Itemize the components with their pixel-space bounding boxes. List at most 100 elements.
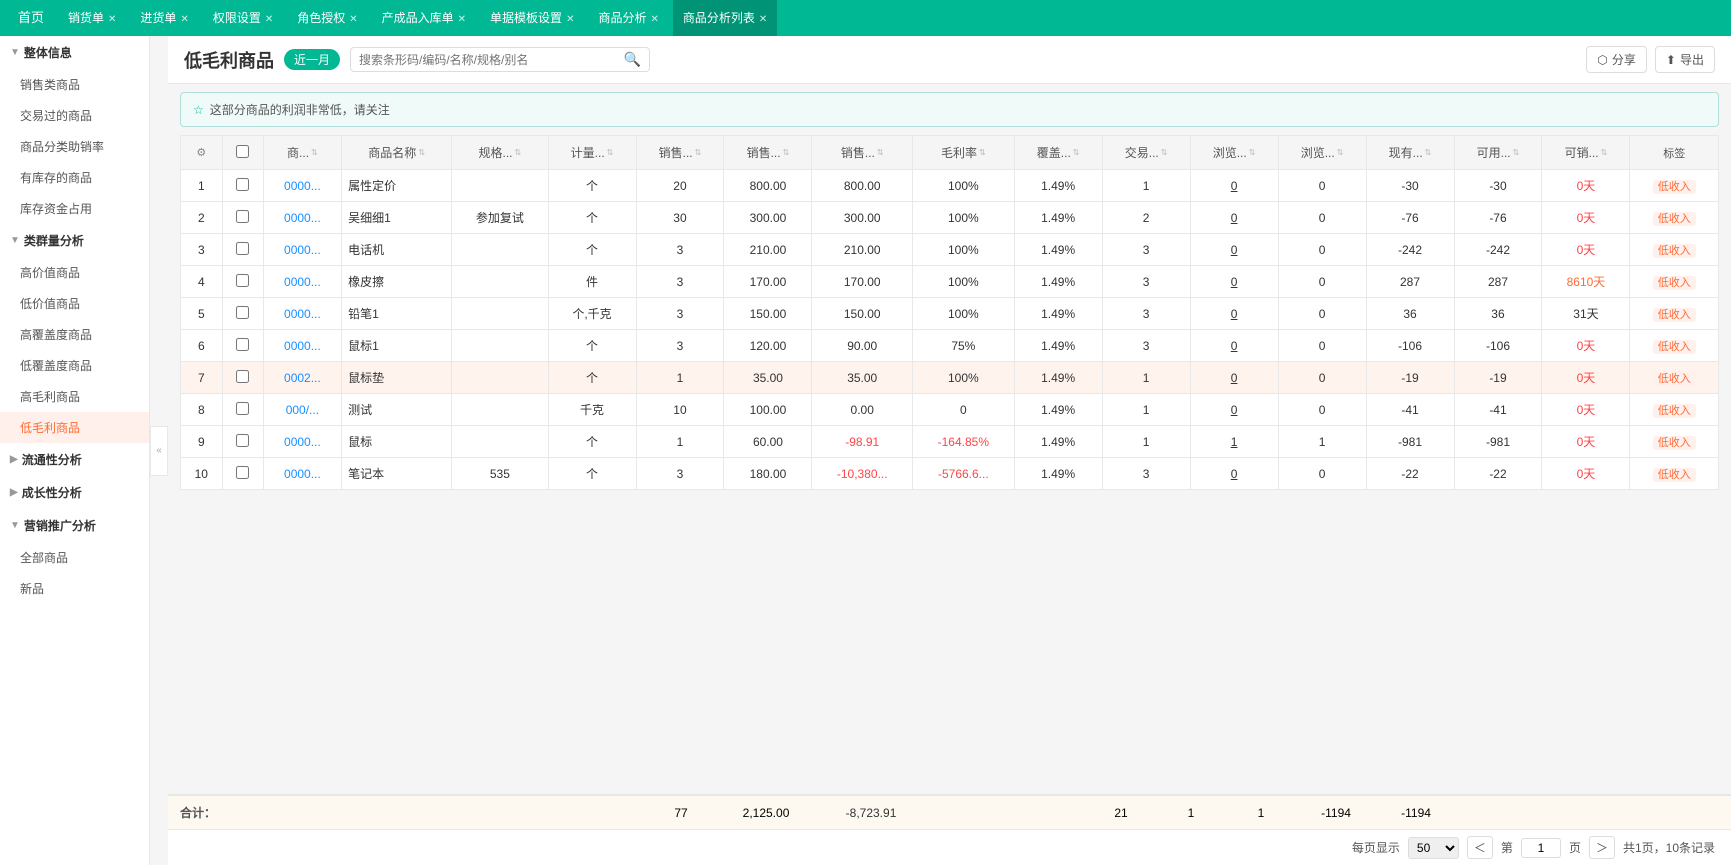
sidebar-item-sales-products[interactable]: 销售类商品 bbox=[0, 69, 149, 100]
prev-page-button[interactable]: ＜ bbox=[1467, 836, 1493, 859]
footer-sale-qty: 77 bbox=[666, 806, 696, 820]
sidebar-group-circulation-analysis[interactable]: ▶ 流通性分析 bbox=[0, 443, 149, 476]
row-checkbox[interactable] bbox=[222, 202, 263, 234]
row-browse1[interactable]: 0 bbox=[1190, 202, 1278, 234]
nav-product-analysis[interactable]: 商品分析✕ bbox=[588, 0, 668, 36]
nav-purchase-order[interactable]: 进货单✕ bbox=[130, 0, 198, 36]
row-browse1[interactable]: 0 bbox=[1190, 266, 1278, 298]
close-icon[interactable]: ✕ bbox=[265, 14, 273, 25]
col-trade[interactable]: 交易...⇅ bbox=[1102, 136, 1190, 170]
close-icon[interactable]: ✕ bbox=[458, 14, 466, 25]
page-number-input[interactable] bbox=[1521, 838, 1561, 858]
table-row: 5 0000... 铅笔1 个,千克 3 150.00 150.00 100% … bbox=[181, 298, 1719, 330]
row-spec bbox=[452, 298, 548, 330]
nav-permission-settings[interactable]: 权限设置✕ bbox=[203, 0, 283, 36]
row-code: 0000... bbox=[263, 426, 341, 458]
row-browse1[interactable]: 0 bbox=[1190, 234, 1278, 266]
row-browse1[interactable]: 0 bbox=[1190, 362, 1278, 394]
row-checkbox[interactable] bbox=[222, 426, 263, 458]
search-input[interactable] bbox=[359, 53, 624, 67]
row-gross-rate: 0 bbox=[913, 394, 1015, 426]
col-settings[interactable]: ⚙ bbox=[181, 136, 223, 170]
row-browse1[interactable]: 0 bbox=[1190, 394, 1278, 426]
table-row: 8 000/... 测试 千克 10 100.00 0.00 0 1.49% 1… bbox=[181, 394, 1719, 426]
export-button[interactable]: ⬆ 导出 bbox=[1655, 46, 1715, 73]
col-browse2[interactable]: 浏览...⇅ bbox=[1278, 136, 1366, 170]
row-unit: 千克 bbox=[548, 394, 636, 426]
col-current[interactable]: 现有...⇅ bbox=[1366, 136, 1454, 170]
col-tag[interactable]: 标签 bbox=[1630, 136, 1719, 170]
sidebar-item-high-margin[interactable]: 高毛利商品 bbox=[0, 381, 149, 412]
row-browse1[interactable]: 0 bbox=[1190, 458, 1278, 490]
close-icon[interactable]: ✕ bbox=[759, 14, 767, 25]
products-table: ⚙ 商...⇅ 商品名称⇅ 规格...⇅ 计量...⇅ 销售...⇅ 销售...… bbox=[180, 135, 1719, 490]
sidebar-group-cluster-analysis[interactable]: ▼ 类群量分析 bbox=[0, 224, 149, 257]
close-icon[interactable]: ✕ bbox=[566, 14, 574, 25]
row-spec bbox=[452, 266, 548, 298]
col-spec[interactable]: 规格...⇅ bbox=[452, 136, 548, 170]
col-coverage[interactable]: 覆盖...⇅ bbox=[1014, 136, 1102, 170]
col-gross-rate[interactable]: 毛利率⇅ bbox=[913, 136, 1015, 170]
col-code[interactable]: 商...⇅ bbox=[263, 136, 341, 170]
col-available[interactable]: 可用...⇅ bbox=[1454, 136, 1542, 170]
nav-sales-order[interactable]: 销货单✕ bbox=[58, 0, 126, 36]
sidebar-item-stocked-products[interactable]: 有库存的商品 bbox=[0, 162, 149, 193]
row-checkbox[interactable] bbox=[222, 394, 263, 426]
sidebar-item-high-coverage[interactable]: 高覆盖度商品 bbox=[0, 319, 149, 350]
col-sale-price[interactable]: 销售...⇅ bbox=[724, 136, 812, 170]
nav-home[interactable]: 首页 bbox=[8, 0, 54, 36]
per-page-select[interactable]: 50 10 20 100 bbox=[1408, 837, 1459, 859]
col-sale-qty[interactable]: 销售...⇅ bbox=[636, 136, 724, 170]
search-icon[interactable]: 🔍 bbox=[624, 51, 641, 68]
row-name: 铅笔1 bbox=[342, 298, 452, 330]
col-browse1[interactable]: 浏览...⇅ bbox=[1190, 136, 1278, 170]
col-unit[interactable]: 计量...⇅ bbox=[548, 136, 636, 170]
share-button[interactable]: ⬡ 分享 bbox=[1586, 46, 1647, 73]
sidebar-item-low-margin[interactable]: 低毛利商品 bbox=[0, 412, 149, 443]
row-checkbox[interactable] bbox=[222, 330, 263, 362]
row-current: -76 bbox=[1366, 202, 1454, 234]
search-box[interactable]: 🔍 bbox=[350, 47, 650, 72]
sidebar-item-inventory-capital[interactable]: 库存资金占用 bbox=[0, 193, 149, 224]
select-all-checkbox[interactable] bbox=[236, 145, 249, 158]
nav-product-inbound[interactable]: 产成品入库单✕ bbox=[372, 0, 476, 36]
row-browse1[interactable]: 1 bbox=[1190, 426, 1278, 458]
sidebar-group-general-info[interactable]: ▼ 整体信息 bbox=[0, 36, 149, 69]
row-code: 0000... bbox=[263, 234, 341, 266]
nav-role-auth[interactable]: 角色授权✕ bbox=[287, 0, 367, 36]
nav-product-analysis-list[interactable]: 商品分析列表✕ bbox=[673, 0, 777, 36]
close-icon[interactable]: ✕ bbox=[108, 14, 116, 25]
close-icon[interactable]: ✕ bbox=[180, 14, 188, 25]
close-icon[interactable]: ✕ bbox=[650, 14, 658, 25]
top-navigation: 首页 销货单✕ 进货单✕ 权限设置✕ 角色授权✕ 产成品入库单✕ 单据模板设置✕… bbox=[0, 0, 1731, 36]
col-sale-amount[interactable]: 销售...⇅ bbox=[812, 136, 913, 170]
next-page-button[interactable]: ＞ bbox=[1589, 836, 1615, 859]
nav-template-settings[interactable]: 单据模板设置✕ bbox=[480, 0, 584, 36]
sidebar-item-category-sales-rate[interactable]: 商品分类助销率 bbox=[0, 131, 149, 162]
row-available: -242 bbox=[1454, 234, 1542, 266]
row-checkbox[interactable] bbox=[222, 170, 263, 202]
sidebar-item-all-products[interactable]: 全部商品 bbox=[0, 542, 149, 573]
date-filter-badge[interactable]: 近一月 bbox=[284, 49, 340, 70]
sidebar-collapse-button[interactable]: « bbox=[150, 426, 168, 476]
sidebar-group-marketing-analysis[interactable]: ▼ 营销推广分析 bbox=[0, 509, 149, 542]
close-icon[interactable]: ✕ bbox=[349, 14, 357, 25]
col-days[interactable]: 可销...⇅ bbox=[1542, 136, 1630, 170]
row-browse1[interactable]: 0 bbox=[1190, 170, 1278, 202]
row-trade: 2 bbox=[1102, 202, 1190, 234]
sidebar-item-high-value[interactable]: 高价值商品 bbox=[0, 257, 149, 288]
col-name[interactable]: 商品名称⇅ bbox=[342, 136, 452, 170]
row-browse1[interactable]: 0 bbox=[1190, 330, 1278, 362]
sidebar-item-new-products[interactable]: 新品 bbox=[0, 573, 149, 604]
row-checkbox[interactable] bbox=[222, 266, 263, 298]
row-checkbox[interactable] bbox=[222, 234, 263, 266]
row-checkbox[interactable] bbox=[222, 362, 263, 394]
sidebar-item-low-coverage[interactable]: 低覆盖度商品 bbox=[0, 350, 149, 381]
sidebar-item-traded-products[interactable]: 交易过的商品 bbox=[0, 100, 149, 131]
col-checkbox[interactable] bbox=[222, 136, 263, 170]
row-browse1[interactable]: 0 bbox=[1190, 298, 1278, 330]
sidebar-item-low-value[interactable]: 低价值商品 bbox=[0, 288, 149, 319]
row-checkbox[interactable] bbox=[222, 298, 263, 330]
sidebar-group-growth-analysis[interactable]: ▶ 成长性分析 bbox=[0, 476, 149, 509]
row-checkbox[interactable] bbox=[222, 458, 263, 490]
